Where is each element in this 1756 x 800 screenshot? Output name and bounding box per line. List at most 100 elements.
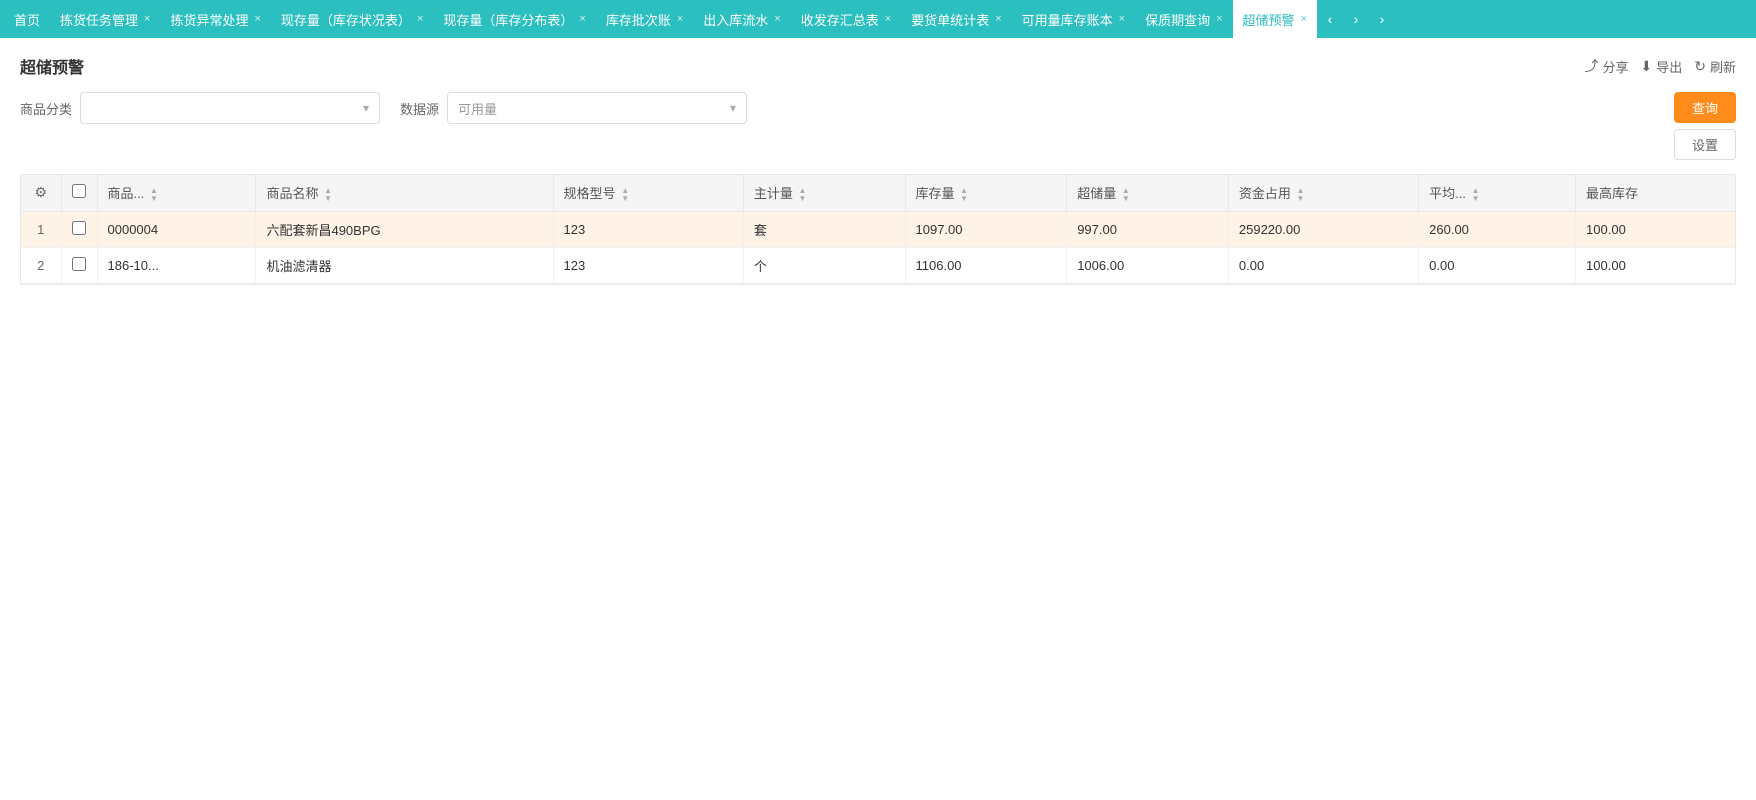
nav-close-5[interactable]: × (677, 13, 683, 25)
sort-icon-avg[interactable]: ▲▼ (1472, 187, 1480, 203)
export-label: 导出 (1656, 57, 1682, 76)
settings-gear-icon[interactable]: ⚙ (34, 184, 47, 200)
nav-item-8[interactable]: 要货单统计表 × (901, 0, 1011, 38)
nav-label-4: 现存量（库存分布表） (443, 10, 573, 29)
nav-item-5[interactable]: 库存批次账 × (596, 0, 693, 38)
nav-label-1: 拣货任务管理 (60, 10, 138, 29)
share-icon: ⤴ (1584, 56, 1598, 76)
category-arrow-icon: ▾ (363, 101, 369, 115)
col-stock-header: 库存量 ▲▼ (905, 175, 1067, 211)
share-label: 分享 (1602, 57, 1628, 76)
refresh-label: 刷新 (1710, 57, 1736, 76)
col-capital-header: 资金占用 ▲▼ (1228, 175, 1418, 211)
filter-area: 商品分类 ▾ 数据源 可用量 ▾ 查询 设置 (20, 92, 1736, 160)
row-select-0[interactable] (72, 221, 86, 235)
refresh-button[interactable]: ↻ 刷新 (1694, 57, 1736, 76)
cell-capital-1: 0.00 (1228, 247, 1418, 283)
nav-close-9[interactable]: × (1119, 13, 1125, 25)
nav-item-6[interactable]: 出入库流水 × (693, 0, 790, 38)
nav-label-home: 首页 (14, 10, 40, 29)
data-table: ⚙ 商品... ▲▼ 商品名称 ▲▼ 规格型号 ▲▼ (21, 175, 1735, 284)
page-title: 超储预警 (20, 54, 84, 78)
cell-overstock-0: 997.00 (1067, 211, 1229, 247)
page-header: 超储预警 ⤴ 分享 ⬇ 导出 ↻ 刷新 (20, 54, 1736, 78)
sort-icon-overstock[interactable]: ▲▼ (1122, 187, 1130, 203)
nav-close-1[interactable]: × (144, 13, 150, 25)
nav-item-10[interactable]: 保质期查询 × (1135, 0, 1232, 38)
nav-more-arrow[interactable]: › (1369, 0, 1395, 38)
category-select[interactable]: ▾ (80, 92, 380, 124)
col-overstock-header: 超储量 ▲▼ (1067, 175, 1229, 211)
nav-item-active[interactable]: 超储预警 × (1233, 0, 1317, 38)
settings-button[interactable]: 设置 (1674, 129, 1736, 160)
sort-icon-product-code[interactable]: ▲▼ (150, 187, 158, 203)
datasource-select[interactable]: 可用量 ▾ (447, 92, 747, 124)
col-checkbox-header (61, 175, 97, 211)
cell-avg-1: 0.00 (1419, 247, 1576, 283)
datasource-arrow-icon: ▾ (730, 101, 736, 115)
nav-item-1[interactable]: 拣货任务管理 × (50, 0, 160, 38)
sort-icon-stock[interactable]: ▲▼ (960, 187, 968, 203)
nav-close-6[interactable]: × (774, 13, 780, 25)
nav-label-6: 出入库流水 (703, 10, 768, 29)
cell-max-stock-1: 100.00 (1576, 247, 1735, 283)
row-checkbox-0 (61, 211, 97, 247)
cell-unit-1: 个 (743, 247, 905, 283)
cell-stock-1: 1106.00 (905, 247, 1067, 283)
cell-product-code-1: 186-10... (97, 247, 256, 283)
nav-prev-arrow[interactable]: ‹ (1317, 0, 1343, 38)
sort-icon-spec[interactable]: ▲▼ (621, 187, 629, 203)
nav-close-active[interactable]: × (1301, 13, 1307, 25)
cell-unit-0: 套 (743, 211, 905, 247)
col-unit-header: 主计量 ▲▼ (743, 175, 905, 211)
select-all-checkbox[interactable] (72, 184, 86, 198)
export-icon: ⬇ (1641, 58, 1653, 75)
data-table-wrapper: ⚙ 商品... ▲▼ 商品名称 ▲▼ 规格型号 ▲▼ (20, 174, 1736, 285)
col-max-stock-header: 最高库存 (1576, 175, 1735, 211)
row-num-0: 1 (21, 211, 61, 247)
datasource-label: 数据源 (400, 99, 439, 118)
nav-item-3[interactable]: 现存量（库存状况表） × (271, 0, 433, 38)
cell-product-code-0: 0000004 (97, 211, 256, 247)
cell-max-stock-0: 100.00 (1576, 211, 1735, 247)
query-button[interactable]: 查询 (1674, 92, 1736, 123)
cell-capital-0: 259220.00 (1228, 211, 1418, 247)
cell-avg-0: 260.00 (1419, 211, 1576, 247)
sort-icon-capital[interactable]: ▲▼ (1297, 187, 1305, 203)
col-product-name-header: 商品名称 ▲▼ (256, 175, 553, 211)
nav-close-10[interactable]: × (1216, 13, 1222, 25)
nav-label-3: 现存量（库存状况表） (281, 10, 411, 29)
col-settings: ⚙ (21, 175, 61, 211)
nav-close-2[interactable]: × (254, 13, 260, 25)
share-button[interactable]: ⤴ 分享 (1584, 56, 1628, 76)
nav-label-7: 收发存汇总表 (801, 10, 879, 29)
header-actions: ⤴ 分享 ⬇ 导出 ↻ 刷新 (1584, 56, 1736, 76)
nav-close-7[interactable]: × (885, 13, 891, 25)
nav-item-9[interactable]: 可用量库存账本 × (1012, 0, 1135, 38)
row-checkbox-1 (61, 247, 97, 283)
row-select-1[interactable] (72, 257, 86, 271)
nav-item-7[interactable]: 收发存汇总表 × (791, 0, 901, 38)
col-avg-header: 平均... ▲▼ (1419, 175, 1576, 211)
top-navigation: 首页 拣货任务管理 × 拣货异常处理 × 现存量（库存状况表） × 现存量（库存… (0, 0, 1756, 38)
action-buttons: 查询 设置 (1674, 92, 1736, 160)
cell-product-name-0: 六配套新昌490BPG (256, 211, 553, 247)
nav-label-9: 可用量库存账本 (1022, 10, 1113, 29)
table-header-row: ⚙ 商品... ▲▼ 商品名称 ▲▼ 规格型号 ▲▼ (21, 175, 1735, 211)
nav-label-2: 拣货异常处理 (170, 10, 248, 29)
nav-label-5: 库存批次账 (606, 10, 671, 29)
nav-label-8: 要货单统计表 (911, 10, 989, 29)
export-button[interactable]: ⬇ 导出 (1641, 57, 1683, 76)
nav-next-arrow[interactable]: › (1343, 0, 1369, 38)
sort-icon-product-name[interactable]: ▲▼ (324, 187, 332, 203)
nav-close-3[interactable]: × (417, 13, 423, 25)
nav-close-4[interactable]: × (579, 13, 585, 25)
table-row: 2 186-10... 机油滤清器 123 个 1106.00 1006.00 … (21, 247, 1735, 283)
table-row: 1 0000004 六配套新昌490BPG 123 套 1097.00 997.… (21, 211, 1735, 247)
cell-spec-1: 123 (553, 247, 743, 283)
sort-icon-unit[interactable]: ▲▼ (798, 187, 806, 203)
nav-item-home[interactable]: 首页 (4, 0, 50, 38)
nav-item-4[interactable]: 现存量（库存分布表） × (433, 0, 595, 38)
nav-close-8[interactable]: × (995, 13, 1001, 25)
nav-item-2[interactable]: 拣货异常处理 × (160, 0, 270, 38)
